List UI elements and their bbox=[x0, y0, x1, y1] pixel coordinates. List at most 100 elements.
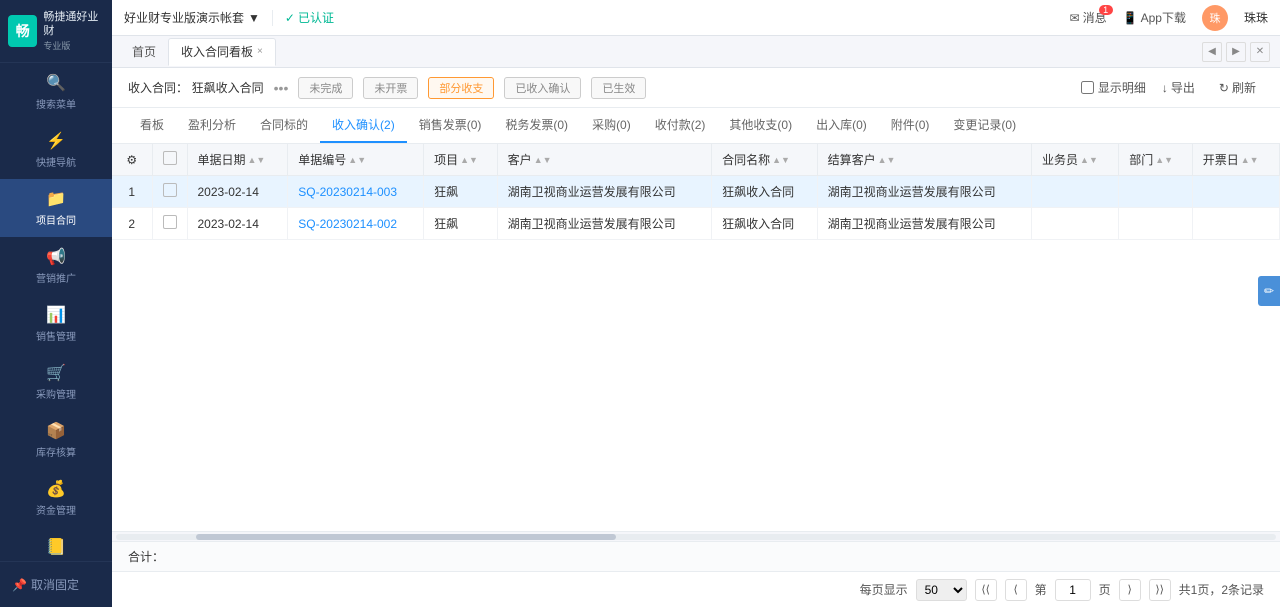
tab-nav-close[interactable]: ✕ bbox=[1250, 42, 1270, 62]
sub-tab-9[interactable]: 出入库(0) bbox=[804, 108, 879, 143]
tab-nav-prev[interactable]: ◀ bbox=[1202, 42, 1222, 62]
status-active[interactable]: 已生效 bbox=[591, 77, 646, 99]
app-download-button[interactable]: 📱 App下载 bbox=[1123, 9, 1186, 26]
row-checkbox-0[interactable] bbox=[163, 183, 177, 197]
sub-tab-6[interactable]: 采购(0) bbox=[580, 108, 643, 143]
scroll-track[interactable] bbox=[116, 534, 1276, 540]
sub-tab-7[interactable]: 收付款(2) bbox=[643, 108, 718, 143]
page-input[interactable] bbox=[1055, 579, 1091, 601]
col-header-invoice-date[interactable]: 开票日▲▼ bbox=[1192, 144, 1279, 176]
contract-more-button[interactable]: ••• bbox=[274, 80, 289, 96]
cell-contract-0: 狂飙收入合同 bbox=[712, 176, 818, 208]
col-header-check bbox=[152, 144, 187, 176]
col-header-salesperson[interactable]: 业务员▲▼ bbox=[1032, 144, 1119, 176]
sub-tab-1[interactable]: 盈利分析 bbox=[176, 108, 248, 143]
per-page-select[interactable]: 50 100 200 bbox=[916, 579, 967, 601]
docno-link-0[interactable]: SQ-20230214-003 bbox=[298, 185, 397, 199]
table-header-row: ⚙ 单据日期▲▼ 单据编号▲▼ 项目▲▼ 客户▲▼ 合同名称▲▼ 结算客户▲▼ … bbox=[112, 144, 1280, 176]
sidebar-item-6[interactable]: 📦库存核算 bbox=[0, 411, 112, 469]
cell-docno-1[interactable]: SQ-20230214-002 bbox=[288, 208, 424, 240]
sub-tab-8[interactable]: 其他收支(0) bbox=[717, 108, 804, 143]
contract-header: 收入合同： 狂飙收入合同 ••• 未完成 未开票 部分收支 已收入确认 已生效 … bbox=[112, 68, 1280, 108]
col-header-dept[interactable]: 部门▲▼ bbox=[1119, 144, 1193, 176]
table-row[interactable]: 1 2023-02-14 SQ-20230214-003 狂飙 湖南卫视商业运营… bbox=[112, 176, 1280, 208]
cell-check-0[interactable] bbox=[152, 176, 187, 208]
sort-settlement-icon: ▲▼ bbox=[878, 155, 896, 165]
col-header-customer[interactable]: 客户▲▼ bbox=[497, 144, 711, 176]
sidebar-item-1[interactable]: ⚡快捷导航 bbox=[0, 121, 112, 179]
sidebar-item-2[interactable]: 📁 项目合同 bbox=[0, 179, 112, 237]
cell-date-0: 2023-02-14 bbox=[187, 176, 288, 208]
avatar-name[interactable]: 珠珠 bbox=[1244, 9, 1268, 26]
cell-no-1: 2 bbox=[112, 208, 152, 240]
tab-contract-board[interactable]: 收入合同看板 × bbox=[168, 38, 276, 66]
cell-check-1[interactable] bbox=[152, 208, 187, 240]
status-incomplete[interactable]: 未完成 bbox=[298, 77, 353, 99]
sidebar-icon-0: 🔍 bbox=[46, 73, 66, 93]
sort-invoice-date-icon: ▲▼ bbox=[1241, 155, 1259, 165]
sidebar-icon-2: 📁 bbox=[46, 189, 66, 209]
message-button[interactable]: ✉ 1 消息 bbox=[1070, 9, 1107, 26]
cell-salesperson-0 bbox=[1032, 176, 1119, 208]
cell-docno-0[interactable]: SQ-20230214-003 bbox=[288, 176, 424, 208]
tab-home[interactable]: 首页 bbox=[122, 38, 166, 66]
sub-tab-2[interactable]: 合同标的 bbox=[248, 108, 320, 143]
col-header-project[interactable]: 项目▲▼ bbox=[424, 144, 498, 176]
total-label: 合计： bbox=[128, 548, 164, 565]
table-header: ⚙ 单据日期▲▼ 单据编号▲▼ 项目▲▼ 客户▲▼ 合同名称▲▼ 结算客户▲▼ … bbox=[112, 144, 1280, 176]
table-scrollbar[interactable] bbox=[112, 531, 1280, 541]
export-button[interactable]: ↓ 导出 bbox=[1154, 76, 1203, 99]
sub-tab-5[interactable]: 税务发票(0) bbox=[493, 108, 580, 143]
status-confirmed[interactable]: 已收入确认 bbox=[504, 77, 581, 99]
sidebar-logo: 畅 畅捷通好业财 专业版 bbox=[0, 0, 112, 63]
header-checkbox[interactable] bbox=[163, 151, 177, 165]
sort-dept-icon: ▲▼ bbox=[1155, 155, 1173, 165]
sub-tab-3[interactable]: 收入确认(2) bbox=[320, 108, 407, 143]
sub-tab-4[interactable]: 销售发票(0) bbox=[407, 108, 494, 143]
next-page-button[interactable]: ⟩ bbox=[1119, 579, 1141, 601]
tab-close-button[interactable]: × bbox=[257, 46, 263, 57]
refresh-button[interactable]: ↻ 刷新 bbox=[1211, 76, 1264, 99]
right-edit-button[interactable]: ✏ bbox=[1258, 276, 1280, 306]
col-header-docno[interactable]: 单据编号▲▼ bbox=[288, 144, 424, 176]
sidebar-item-0[interactable]: 🔍搜索菜单 bbox=[0, 63, 112, 121]
col-header-settlement[interactable]: 结算客户▲▼ bbox=[817, 144, 1031, 176]
message-badge: 1 bbox=[1099, 5, 1113, 15]
pin-icon: 📌 bbox=[12, 578, 27, 592]
row-checkbox-1[interactable] bbox=[163, 215, 177, 229]
avatar[interactable]: 珠 bbox=[1202, 5, 1228, 31]
sidebar-item-3[interactable]: 📢营销推广 bbox=[0, 237, 112, 295]
first-page-button[interactable]: ⟨⟨ bbox=[975, 579, 997, 601]
company-selector[interactable]: 好业财专业版演示帐套 ▼ bbox=[124, 9, 260, 26]
show-detail-label[interactable]: 显示明细 bbox=[1081, 79, 1146, 96]
tab-nav-next[interactable]: ▶ bbox=[1226, 42, 1246, 62]
col-header-date[interactable]: 单据日期▲▼ bbox=[187, 144, 288, 176]
sub-tab-0[interactable]: 看板 bbox=[128, 108, 176, 143]
status-partial[interactable]: 部分收支 bbox=[428, 77, 494, 99]
sidebar-unpin-item[interactable]: 📌 取消固定 bbox=[8, 570, 104, 599]
docno-link-1[interactable]: SQ-20230214-002 bbox=[298, 217, 397, 231]
col-header-setting[interactable]: ⚙ bbox=[112, 144, 152, 176]
status-noinvoice[interactable]: 未开票 bbox=[363, 77, 418, 99]
sidebar-item-7[interactable]: 💰资金管理 bbox=[0, 469, 112, 527]
table-row[interactable]: 2 2023-02-14 SQ-20230214-002 狂飙 湖南卫视商业运营… bbox=[112, 208, 1280, 240]
sidebar-label-2: 项目合同 bbox=[36, 212, 76, 227]
sidebar-label-5: 采购管理 bbox=[36, 386, 76, 401]
tab-contract-board-label: 收入合同看板 bbox=[181, 43, 253, 60]
sidebar-bottom: 📌 取消固定 bbox=[0, 561, 112, 607]
prev-page-button[interactable]: ⟨ bbox=[1005, 579, 1027, 601]
col-header-contract[interactable]: 合同名称▲▼ bbox=[712, 144, 818, 176]
sub-tab-10[interactable]: 附件(0) bbox=[879, 108, 942, 143]
last-page-button[interactable]: ⟩⟩ bbox=[1149, 579, 1171, 601]
sub-tab-11[interactable]: 变更记录(0) bbox=[941, 108, 1028, 143]
sidebar-item-8[interactable]: 📒总账管理 bbox=[0, 527, 112, 561]
export-label: 导出 bbox=[1171, 79, 1195, 96]
show-detail-checkbox[interactable] bbox=[1081, 81, 1094, 94]
sidebar-item-4[interactable]: 📊销售管理 bbox=[0, 295, 112, 353]
sidebar-item-5[interactable]: 🛒采购管理 bbox=[0, 353, 112, 411]
tabbar: 首页 收入合同看板 × ◀ ▶ ✕ bbox=[112, 36, 1280, 68]
cell-invoice-date-0 bbox=[1192, 176, 1279, 208]
contract-title-prefix: 收入合同： bbox=[128, 81, 188, 95]
tabbar-nav: ◀ ▶ ✕ bbox=[1202, 42, 1270, 62]
scroll-thumb[interactable] bbox=[196, 534, 616, 540]
